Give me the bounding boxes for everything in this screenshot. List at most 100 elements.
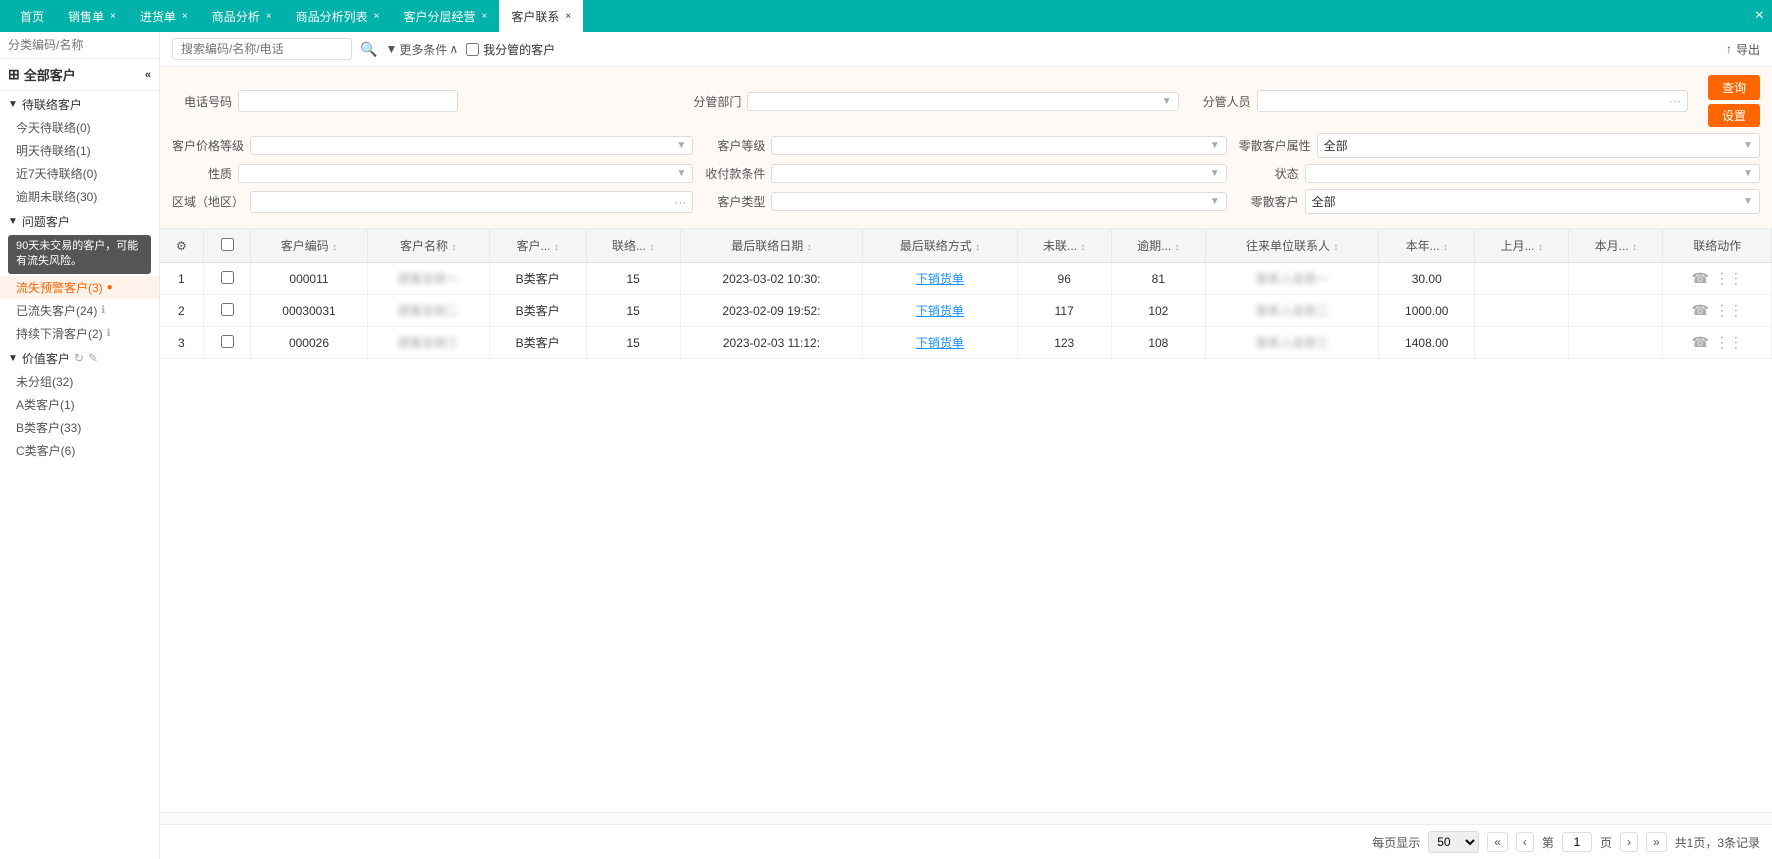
close-analysis-tab[interactable]: ×: [266, 11, 272, 22]
cell-date-2: 2023-02-09 19:52:: [680, 295, 863, 327]
sidebar-item-today[interactable]: 今天待联络(0): [0, 116, 159, 139]
close-all-btn[interactable]: ×: [1755, 7, 1764, 25]
filter-region: 区域（地区） ···: [172, 191, 693, 213]
sidebar-item-ungrouped[interactable]: 未分组(32): [0, 370, 159, 393]
row-checkbox-2[interactable]: [221, 303, 234, 316]
more-action-icon2[interactable]: ⋮⋮: [1715, 302, 1743, 319]
tab-purchase[interactable]: 进货单 ×: [128, 0, 200, 32]
edit-icon[interactable]: ✎: [88, 351, 98, 365]
horizontal-scrollbar[interactable]: [160, 812, 1772, 824]
col-last-month[interactable]: 上月... ↕: [1475, 229, 1569, 263]
prev-page-btn[interactable]: ‹: [1516, 832, 1534, 852]
group-problem-customers[interactable]: ▼ 问题客户: [0, 208, 159, 233]
customer-type-select[interactable]: ▼: [771, 192, 1226, 211]
cell-method-3[interactable]: 下销货单: [863, 327, 1017, 359]
col-last-date[interactable]: 最后联络日期 ↕: [680, 229, 863, 263]
tab-home[interactable]: 首页: [8, 0, 56, 32]
settings-btn[interactable]: 设置: [1708, 104, 1760, 127]
customer-level-select[interactable]: ▼: [771, 136, 1226, 155]
tab-customer-contact[interactable]: 客户联系 ×: [499, 0, 583, 32]
customer-level-label: 客户等级: [705, 137, 765, 154]
sidebar-item-overdue[interactable]: 逾期未联络(30): [0, 185, 159, 208]
row-checkbox-3[interactable]: [221, 335, 234, 348]
collapse-btn[interactable]: «: [145, 69, 151, 81]
col-contact-person[interactable]: 往来单位联系人 ↕: [1205, 229, 1378, 263]
page-size-select[interactable]: 10 20 50 100: [1428, 831, 1479, 853]
col-action[interactable]: 联络动作: [1663, 229, 1772, 263]
sidebar-item-churn-warning[interactable]: 流失预警客户(3) ●: [0, 276, 159, 299]
last-page-btn[interactable]: »: [1646, 832, 1667, 852]
next-page-btn[interactable]: ›: [1620, 832, 1638, 852]
more-icon2[interactable]: ···: [674, 195, 686, 209]
tab-sales[interactable]: 销售单 ×: [56, 0, 128, 32]
refresh-icon[interactable]: ↻: [74, 351, 84, 365]
current-page-input[interactable]: [1562, 832, 1592, 852]
sidebar-item-class-b[interactable]: B类客户(33): [0, 416, 159, 439]
close-analysis-list-tab[interactable]: ×: [374, 11, 380, 22]
cell-checkbox-3[interactable]: [203, 327, 251, 359]
cell-method-2[interactable]: 下销货单: [863, 295, 1017, 327]
tab-customer-layer[interactable]: 客户分层经营 ×: [391, 0, 499, 32]
close-sales-tab[interactable]: ×: [110, 11, 116, 22]
filter-more-btn[interactable]: ▼ 更多条件 ∧: [385, 41, 458, 58]
col-type[interactable]: 客户... ↕: [489, 229, 586, 263]
contact-action-icon[interactable]: ☎: [1691, 270, 1708, 287]
my-customers-checkbox[interactable]: [466, 43, 479, 56]
col-uncontacted[interactable]: 未联... ↕: [1017, 229, 1111, 263]
price-level-select[interactable]: ▼: [250, 136, 693, 155]
cell-checkbox-1[interactable]: [203, 263, 251, 295]
more-action-icon[interactable]: ⋮⋮: [1715, 270, 1743, 287]
cell-method-1[interactable]: 下销货单: [863, 263, 1017, 295]
cell-year-2: 1000.00: [1379, 295, 1475, 327]
close-purchase-tab[interactable]: ×: [182, 11, 188, 22]
col-checkbox[interactable]: [203, 229, 251, 263]
dept-select[interactable]: ▼: [747, 92, 1178, 111]
sidebar-item-declining[interactable]: 持续下滑客户(2) ℹ: [0, 322, 159, 345]
filter-search-input[interactable]: [172, 38, 352, 60]
col-settings[interactable]: ⚙: [160, 229, 203, 263]
nature-select[interactable]: ▼: [238, 164, 693, 183]
col-this-month[interactable]: 本月... ↕: [1569, 229, 1663, 263]
all-customers-header[interactable]: ⊞ 全部客户 «: [0, 59, 159, 91]
my-customers-filter[interactable]: 我分管的客户: [466, 41, 555, 58]
row-checkbox-1[interactable]: [221, 271, 234, 284]
group-value-customers[interactable]: ▼ 价值客户 ↻ ✎: [0, 345, 159, 370]
manager-select[interactable]: ···: [1257, 90, 1688, 112]
contact-action-icon2[interactable]: ☎: [1691, 302, 1708, 319]
filter-icon: ▼: [385, 42, 397, 56]
sidebar-item-class-a[interactable]: A类客户(1): [0, 393, 159, 416]
query-btn[interactable]: 查询: [1708, 75, 1760, 100]
payment-select[interactable]: ▼: [771, 164, 1226, 183]
export-btn[interactable]: ↑ 导出: [1726, 41, 1760, 58]
zero-customer-select[interactable]: 全部 ▼: [1305, 189, 1760, 214]
filter-zero-attr: 零散客户属性 全部 ▼: [1239, 133, 1760, 158]
cell-type-3: B类客户: [489, 327, 586, 359]
col-last-method[interactable]: 最后联络方式 ↕: [863, 229, 1017, 263]
filter-search-btn[interactable]: 🔍: [360, 41, 377, 58]
phone-input[interactable]: [238, 90, 458, 112]
select-all-checkbox[interactable]: [221, 238, 234, 251]
tab-analysis[interactable]: 商品分析 ×: [200, 0, 284, 32]
col-contact[interactable]: 联络... ↕: [586, 229, 680, 263]
sidebar-item-lost-customers[interactable]: 已流失客户(24) ℹ: [0, 299, 159, 322]
sidebar-item-class-c[interactable]: C类客户(6): [0, 439, 159, 462]
more-action-icon3[interactable]: ⋮⋮: [1715, 334, 1743, 351]
col-this-year[interactable]: 本年... ↕: [1379, 229, 1475, 263]
close-customer-contact-tab[interactable]: ×: [565, 11, 571, 22]
status-select[interactable]: ▼: [1305, 164, 1760, 183]
col-code[interactable]: 客户编码 ↕: [251, 229, 367, 263]
sidebar-item-tomorrow[interactable]: 明天待联络(1): [0, 139, 159, 162]
col-name[interactable]: 客户名称 ↕: [367, 229, 489, 263]
group-pending-contact[interactable]: ▼ 待联络客户: [0, 91, 159, 116]
zero-attr-select[interactable]: 全部 ▼: [1317, 133, 1760, 158]
first-page-btn[interactable]: «: [1487, 832, 1508, 852]
tab-analysis-list[interactable]: 商品分析列表 ×: [284, 0, 392, 32]
col-overdue[interactable]: 逾期... ↕: [1111, 229, 1205, 263]
sidebar-item-7days[interactable]: 近7天待联络(0): [0, 162, 159, 185]
close-customer-layer-tab[interactable]: ×: [481, 11, 487, 22]
cell-checkbox-2[interactable]: [203, 295, 251, 327]
sidebar-search-input[interactable]: [8, 38, 160, 52]
region-select[interactable]: ···: [250, 191, 693, 213]
contact-action-icon3[interactable]: ☎: [1691, 334, 1708, 351]
more-icon[interactable]: ···: [1669, 94, 1681, 108]
